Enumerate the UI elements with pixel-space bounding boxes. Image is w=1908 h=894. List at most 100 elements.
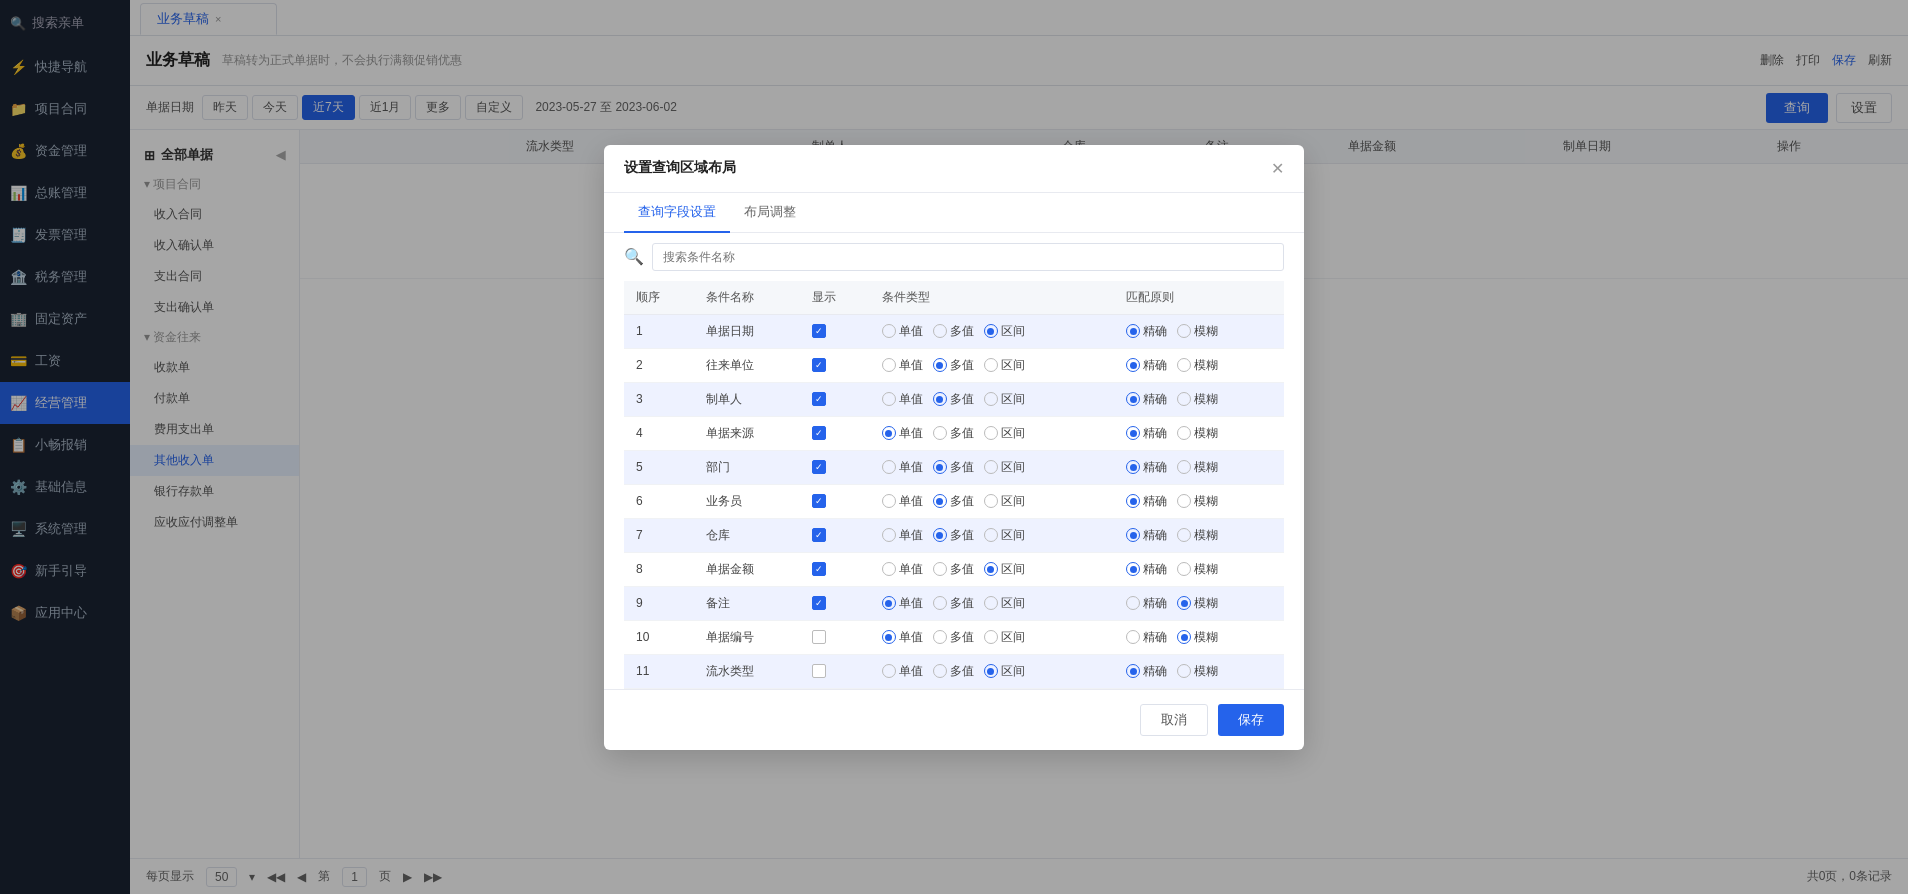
row-order: 2 bbox=[624, 348, 694, 382]
show-checkbox[interactable] bbox=[812, 358, 826, 372]
modal-overlay: 设置查询区域布局 ✕ 查询字段设置 布局调整 🔍 顺序条件名称显示条件类型匹配原… bbox=[0, 0, 1908, 894]
row-order: 10 bbox=[624, 620, 694, 654]
show-checkbox[interactable] bbox=[812, 494, 826, 508]
show-checkbox[interactable] bbox=[812, 528, 826, 542]
tab-query-fields[interactable]: 查询字段设置 bbox=[624, 193, 730, 233]
radio-range[interactable]: 区间 bbox=[984, 357, 1025, 374]
radio-multi[interactable]: 多值 bbox=[933, 595, 974, 612]
match-radio-fuzzy[interactable]: 模糊 bbox=[1177, 357, 1218, 374]
row-show[interactable] bbox=[800, 620, 870, 654]
show-checkbox[interactable] bbox=[812, 324, 826, 338]
row-show[interactable] bbox=[800, 314, 870, 348]
radio-single[interactable]: 单值 bbox=[882, 663, 923, 680]
match-radio-fuzzy[interactable]: 模糊 bbox=[1177, 425, 1218, 442]
match-radio-exact[interactable]: 精确 bbox=[1126, 323, 1167, 340]
match-radio-fuzzy[interactable]: 模糊 bbox=[1177, 663, 1218, 680]
row-show[interactable] bbox=[800, 484, 870, 518]
match-radio-fuzzy[interactable]: 模糊 bbox=[1177, 527, 1218, 544]
radio-range[interactable]: 区间 bbox=[984, 629, 1025, 646]
show-checkbox[interactable] bbox=[812, 664, 826, 678]
match-radio-fuzzy[interactable]: 模糊 bbox=[1177, 391, 1218, 408]
radio-single[interactable]: 单值 bbox=[882, 425, 923, 442]
radio-multi[interactable]: 多值 bbox=[933, 459, 974, 476]
radio-multi[interactable]: 多值 bbox=[933, 561, 974, 578]
radio-range[interactable]: 区间 bbox=[984, 527, 1025, 544]
radio-range[interactable]: 区间 bbox=[984, 425, 1025, 442]
row-show[interactable] bbox=[800, 552, 870, 586]
show-checkbox[interactable] bbox=[812, 562, 826, 576]
modal-header: 设置查询区域布局 ✕ bbox=[604, 145, 1304, 193]
show-checkbox[interactable] bbox=[812, 596, 826, 610]
row-order: 6 bbox=[624, 484, 694, 518]
match-radio-exact[interactable]: 精确 bbox=[1126, 459, 1167, 476]
radio-multi[interactable]: 多值 bbox=[933, 391, 974, 408]
match-radio-exact[interactable]: 精确 bbox=[1126, 629, 1167, 646]
match-radio-exact[interactable]: 精确 bbox=[1126, 391, 1167, 408]
match-radio-exact[interactable]: 精确 bbox=[1126, 663, 1167, 680]
match-radio-exact[interactable]: 精确 bbox=[1126, 357, 1167, 374]
show-checkbox[interactable] bbox=[812, 630, 826, 644]
modal-title: 设置查询区域布局 bbox=[624, 159, 736, 177]
radio-multi[interactable]: 多值 bbox=[933, 323, 974, 340]
row-order: 3 bbox=[624, 382, 694, 416]
row-show[interactable] bbox=[800, 348, 870, 382]
radio-single[interactable]: 单值 bbox=[882, 595, 923, 612]
radio-multi[interactable]: 多值 bbox=[933, 493, 974, 510]
radio-single[interactable]: 单值 bbox=[882, 493, 923, 510]
radio-single[interactable]: 单值 bbox=[882, 357, 923, 374]
row-show[interactable] bbox=[800, 416, 870, 450]
row-show[interactable] bbox=[800, 654, 870, 688]
row-order: 7 bbox=[624, 518, 694, 552]
modal-col-条件名称: 条件名称 bbox=[694, 281, 799, 315]
radio-multi[interactable]: 多值 bbox=[933, 357, 974, 374]
match-radio-exact[interactable]: 精确 bbox=[1126, 595, 1167, 612]
match-radio-exact[interactable]: 精确 bbox=[1126, 561, 1167, 578]
match-radio-fuzzy[interactable]: 模糊 bbox=[1177, 561, 1218, 578]
radio-range[interactable]: 区间 bbox=[984, 595, 1025, 612]
show-checkbox[interactable] bbox=[812, 460, 826, 474]
radio-single[interactable]: 单值 bbox=[882, 459, 923, 476]
row-show[interactable] bbox=[800, 586, 870, 620]
radio-range[interactable]: 区间 bbox=[984, 663, 1025, 680]
radio-single[interactable]: 单值 bbox=[882, 629, 923, 646]
modal-save-button[interactable]: 保存 bbox=[1218, 704, 1284, 736]
modal-col-顺序: 顺序 bbox=[624, 281, 694, 315]
match-radio-fuzzy[interactable]: 模糊 bbox=[1177, 459, 1218, 476]
row-name: 单据金额 bbox=[694, 552, 799, 586]
row-show[interactable] bbox=[800, 382, 870, 416]
row-match: 精确模糊 bbox=[1114, 586, 1284, 620]
cancel-button[interactable]: 取消 bbox=[1140, 704, 1208, 736]
row-name: 往来单位 bbox=[694, 348, 799, 382]
radio-range[interactable]: 区间 bbox=[984, 323, 1025, 340]
row-order: 9 bbox=[624, 586, 694, 620]
modal-search-input[interactable] bbox=[652, 243, 1284, 271]
radio-range[interactable]: 区间 bbox=[984, 493, 1025, 510]
radio-multi[interactable]: 多值 bbox=[933, 663, 974, 680]
radio-multi[interactable]: 多值 bbox=[933, 527, 974, 544]
show-checkbox[interactable] bbox=[812, 426, 826, 440]
row-show[interactable] bbox=[800, 450, 870, 484]
radio-multi[interactable]: 多值 bbox=[933, 629, 974, 646]
radio-range[interactable]: 区间 bbox=[984, 561, 1025, 578]
match-radio-fuzzy[interactable]: 模糊 bbox=[1177, 323, 1218, 340]
radio-multi[interactable]: 多值 bbox=[933, 425, 974, 442]
match-radio-fuzzy[interactable]: 模糊 bbox=[1177, 595, 1218, 612]
radio-single[interactable]: 单值 bbox=[882, 323, 923, 340]
row-show[interactable] bbox=[800, 518, 870, 552]
row-condition-type: 单值多值区间 bbox=[870, 450, 1114, 484]
match-radio-exact[interactable]: 精确 bbox=[1126, 527, 1167, 544]
match-radio-exact[interactable]: 精确 bbox=[1126, 493, 1167, 510]
radio-single[interactable]: 单值 bbox=[882, 561, 923, 578]
radio-range[interactable]: 区间 bbox=[984, 391, 1025, 408]
row-condition-type: 单值多值区间 bbox=[870, 586, 1114, 620]
modal-col-条件类型: 条件类型 bbox=[870, 281, 1114, 315]
radio-single[interactable]: 单值 bbox=[882, 391, 923, 408]
radio-range[interactable]: 区间 bbox=[984, 459, 1025, 476]
radio-single[interactable]: 单值 bbox=[882, 527, 923, 544]
show-checkbox[interactable] bbox=[812, 392, 826, 406]
match-radio-fuzzy[interactable]: 模糊 bbox=[1177, 493, 1218, 510]
match-radio-exact[interactable]: 精确 bbox=[1126, 425, 1167, 442]
tab-layout[interactable]: 布局调整 bbox=[730, 193, 810, 233]
match-radio-fuzzy[interactable]: 模糊 bbox=[1177, 629, 1218, 646]
modal-close-button[interactable]: ✕ bbox=[1271, 159, 1284, 178]
